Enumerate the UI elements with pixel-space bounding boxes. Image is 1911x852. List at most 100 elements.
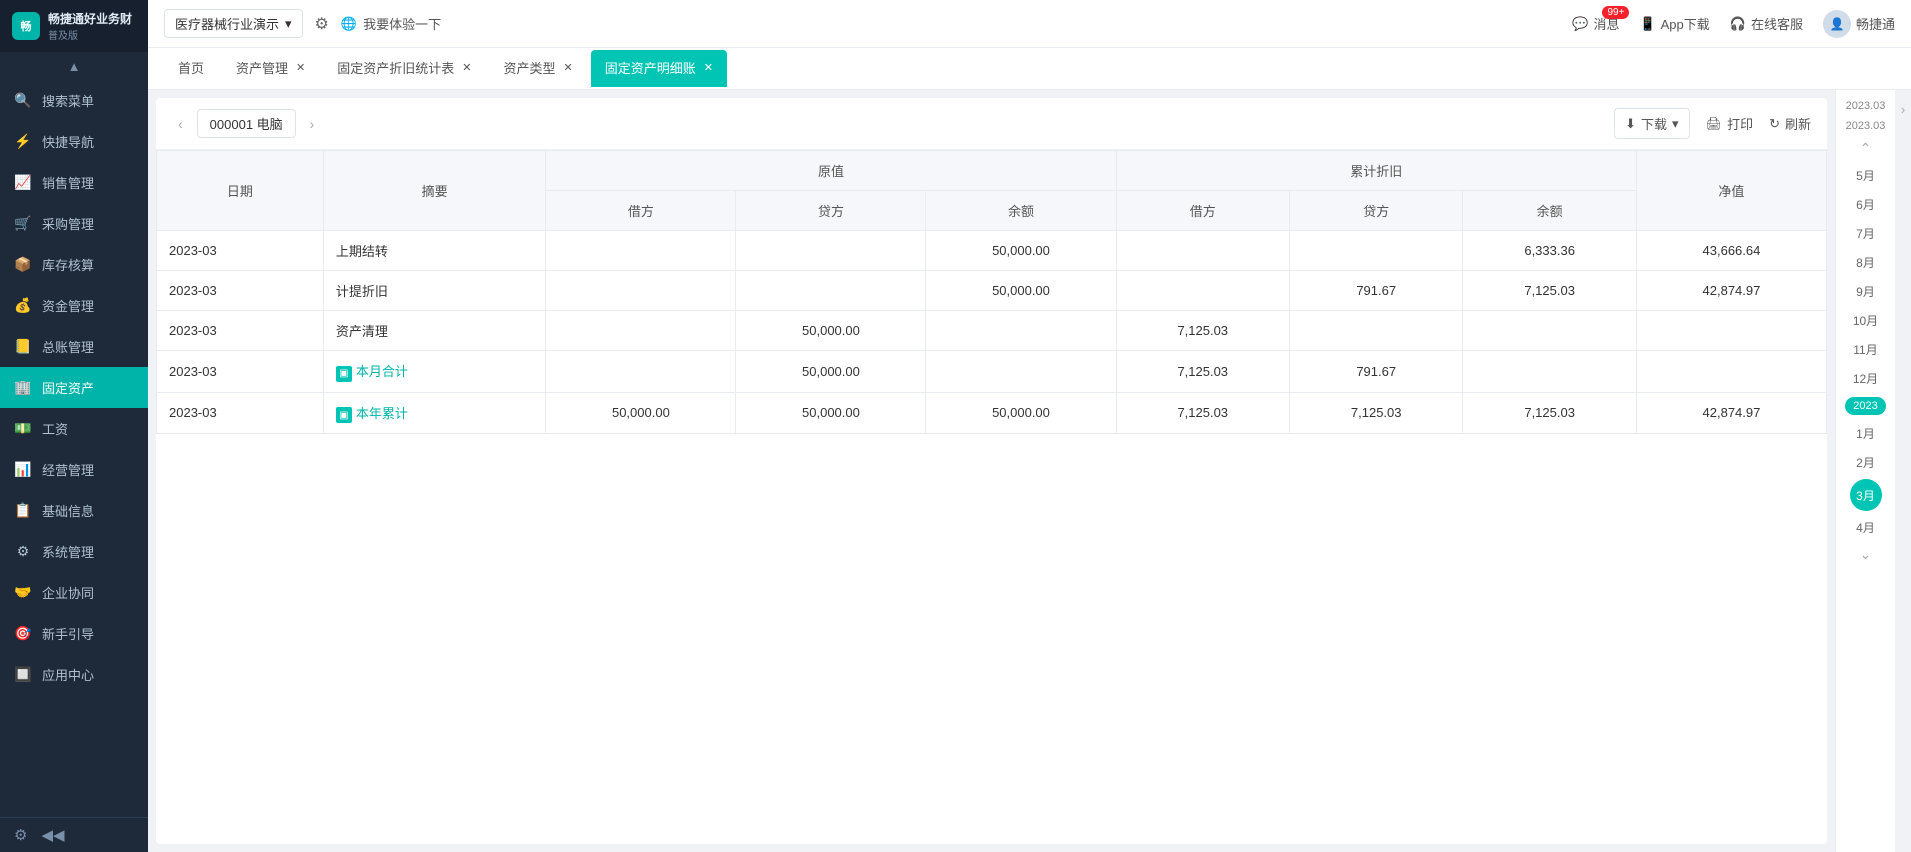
asset-nav: ‹ 000001 电脑 › ⬇ 下载 ▾ 🖨 打印 ↻ 刷新 xyxy=(156,98,1827,150)
cell-dep-credit: 791.67 xyxy=(1289,351,1462,393)
sidebar-item-销售管理[interactable]: 📈 销售管理 xyxy=(0,162,148,203)
cell-date: 2023-03 xyxy=(157,311,324,351)
col-orig-debit: 借方 xyxy=(546,191,736,231)
cell-orig-debit xyxy=(546,311,736,351)
tab-label: 资产类型 xyxy=(503,58,555,77)
tab-close-icon[interactable]: ✕ xyxy=(296,61,305,74)
download-btn[interactable]: ⬇ 下载 ▾ xyxy=(1614,108,1689,139)
next-asset-btn[interactable]: › xyxy=(304,114,321,134)
tab-1[interactable]: 资产管理✕ xyxy=(222,50,319,87)
nav-icon: 💵 xyxy=(14,420,32,437)
table-row: 2023-03 计提折旧 50,000.00 791.67 7,125.03 4… xyxy=(157,271,1827,311)
experience-btn[interactable]: 🌐 我要体验一下 xyxy=(341,14,441,33)
sidebar-item-总账管理[interactable]: 📒 总账管理 xyxy=(0,326,148,367)
col-orig-credit: 贷方 xyxy=(736,191,926,231)
nav-label: 库存核算 xyxy=(42,255,94,274)
customer-service-btn[interactable]: 🎧 在线客服 xyxy=(1730,14,1803,33)
sidebar-item-经营管理[interactable]: 📊 经营管理 xyxy=(0,449,148,490)
tab-3[interactable]: 资产类型 ✕ xyxy=(489,50,586,87)
cell-dep-credit: 791.67 xyxy=(1289,271,1462,311)
panel-toggle[interactable]: › xyxy=(1895,90,1911,852)
timeline-month[interactable]: 10月 xyxy=(1836,306,1895,335)
tab-0[interactable]: 首页 xyxy=(164,50,218,87)
tab-close-icon[interactable]: ✕ xyxy=(564,61,573,74)
sidebar-item-系统管理[interactable]: ⚙ 系统管理 xyxy=(0,531,148,572)
timeline-month[interactable]: 12月 xyxy=(1836,364,1895,393)
cell-dep-credit: 7,125.03 xyxy=(1289,392,1462,434)
table-row: 2023-03 ▣本月合计 50,000.00 7,125.03 791.67 xyxy=(157,351,1827,393)
chevron-down-icon: ▾ xyxy=(285,16,292,32)
timeline-month-active[interactable]: 3月 xyxy=(1850,479,1882,511)
tab-2[interactable]: 固定资产折旧统计表✕ xyxy=(323,50,485,87)
cell-date: 2023-03 xyxy=(157,271,324,311)
sidebar-item-资金管理[interactable]: 💰 资金管理 xyxy=(0,285,148,326)
summary-text: 资产清理 xyxy=(336,324,388,339)
sidebar-item-基础信息[interactable]: 📋 基础信息 xyxy=(0,490,148,531)
timeline-month[interactable]: 5月 xyxy=(1836,161,1895,190)
tab-close-icon[interactable]: ✕ xyxy=(462,61,471,74)
headset-icon: 🎧 xyxy=(1730,16,1746,32)
cell-net: 42,874.97 xyxy=(1636,392,1826,434)
nav-label: 经营管理 xyxy=(42,460,94,479)
col-depreciation: 累计折旧 xyxy=(1116,151,1636,191)
app-logo: 畅 xyxy=(12,12,40,40)
sidebar-item-采购管理[interactable]: 🛒 采购管理 xyxy=(0,203,148,244)
tab-close-icon[interactable]: ✕ xyxy=(704,61,713,74)
sidebar-item-固定资产[interactable]: 🏢 固定资产 xyxy=(0,367,148,408)
tab-4[interactable]: 固定资产明细账✕ xyxy=(591,50,727,87)
timeline-month[interactable]: 8月 xyxy=(1836,248,1895,277)
nav-icon: 📋 xyxy=(14,502,32,519)
timeline-month[interactable]: 2月 xyxy=(1836,448,1895,477)
timeline-month[interactable]: 9月 xyxy=(1836,277,1895,306)
summary-text: 计提折旧 xyxy=(336,284,388,299)
cell-orig-credit: 50,000.00 xyxy=(736,351,926,393)
cell-orig-credit: 50,000.00 xyxy=(736,311,926,351)
cell-net: 43,666.64 xyxy=(1636,231,1826,271)
collapse-icon[interactable]: ◀◀ xyxy=(41,826,64,844)
print-btn[interactable]: 🖨 打印 xyxy=(1706,114,1754,133)
cell-orig-balance: 50,000.00 xyxy=(926,392,1116,434)
timeline-month[interactable]: 7月 xyxy=(1836,219,1895,248)
summary-text: 本年累计 xyxy=(356,406,408,421)
nav-icon: 🏢 xyxy=(14,379,32,396)
sidebar-scroll-up[interactable]: ▲ xyxy=(0,52,148,80)
timeline-month[interactable]: 11月 xyxy=(1836,335,1895,364)
timeline-month[interactable]: 1月 xyxy=(1836,419,1895,448)
col-summary: 摘要 xyxy=(323,151,546,231)
table-row: 2023-03 ▣本年累计 50,000.00 50,000.00 50,000… xyxy=(157,392,1827,434)
sidebar-item-企业协同[interactable]: 🤝 企业协同 xyxy=(0,572,148,613)
col-dep-debit: 借方 xyxy=(1116,191,1289,231)
cell-date: 2023-03 xyxy=(157,351,324,393)
company-selector-label: 医疗器械行业演示 xyxy=(175,14,279,33)
sidebar-item-搜索菜单[interactable]: 🔍 搜索菜单 xyxy=(0,80,148,121)
gear-icon[interactable]: ⚙ xyxy=(315,14,329,34)
timeline-year[interactable]: 2023 xyxy=(1845,397,1885,415)
user-btn[interactable]: 👤 畅捷通 xyxy=(1823,10,1895,38)
nav-icon: 📈 xyxy=(14,174,32,191)
refresh-btn[interactable]: ↻ 刷新 xyxy=(1769,114,1811,133)
summary-text: 上期结转 xyxy=(336,244,388,259)
company-selector[interactable]: 医疗器械行业演示 ▾ xyxy=(164,9,303,38)
app-download-btn[interactable]: 📱 App下载 xyxy=(1639,14,1709,33)
timeline-month[interactable]: 6月 xyxy=(1836,190,1895,219)
settings-icon[interactable]: ⚙ xyxy=(14,826,27,844)
sidebar-item-应用中心[interactable]: 🔲 应用中心 xyxy=(0,654,148,695)
content-main: ‹ 000001 电脑 › ⬇ 下载 ▾ 🖨 打印 ↻ 刷新 xyxy=(156,98,1827,844)
timeline-year-top-1: 2023.03 xyxy=(1846,96,1886,116)
sidebar-item-新手引导[interactable]: 🎯 新手引导 xyxy=(0,613,148,654)
timeline-month[interactable]: 4月 xyxy=(1836,513,1895,542)
col-original: 原值 xyxy=(546,151,1116,191)
sidebar-item-库存核算[interactable]: 📦 库存核算 xyxy=(0,244,148,285)
ledger-table: 日期 摘要 原值 累计折旧 净值 借方 贷方 余额 借方 贷方 余额 xyxy=(156,150,1827,434)
cell-dep-balance: 7,125.03 xyxy=(1463,392,1636,434)
cell-net xyxy=(1636,311,1826,351)
table-row: 2023-03 上期结转 50,000.00 6,333.36 43,666.6… xyxy=(157,231,1827,271)
sidebar-item-工资[interactable]: 💵 工资 xyxy=(0,408,148,449)
timeline-collapse-icon[interactable]: ⌄ xyxy=(1856,542,1876,567)
sidebar-item-快捷导航[interactable]: ⚡ 快捷导航 xyxy=(0,121,148,162)
message-btn[interactable]: 💬 消息 99+ xyxy=(1572,14,1619,33)
nav-label: 工资 xyxy=(42,419,68,438)
nav-label: 搜索菜单 xyxy=(42,91,94,110)
timeline-expand-icon[interactable]: ⌃ xyxy=(1856,136,1876,161)
prev-asset-btn[interactable]: ‹ xyxy=(172,114,189,134)
